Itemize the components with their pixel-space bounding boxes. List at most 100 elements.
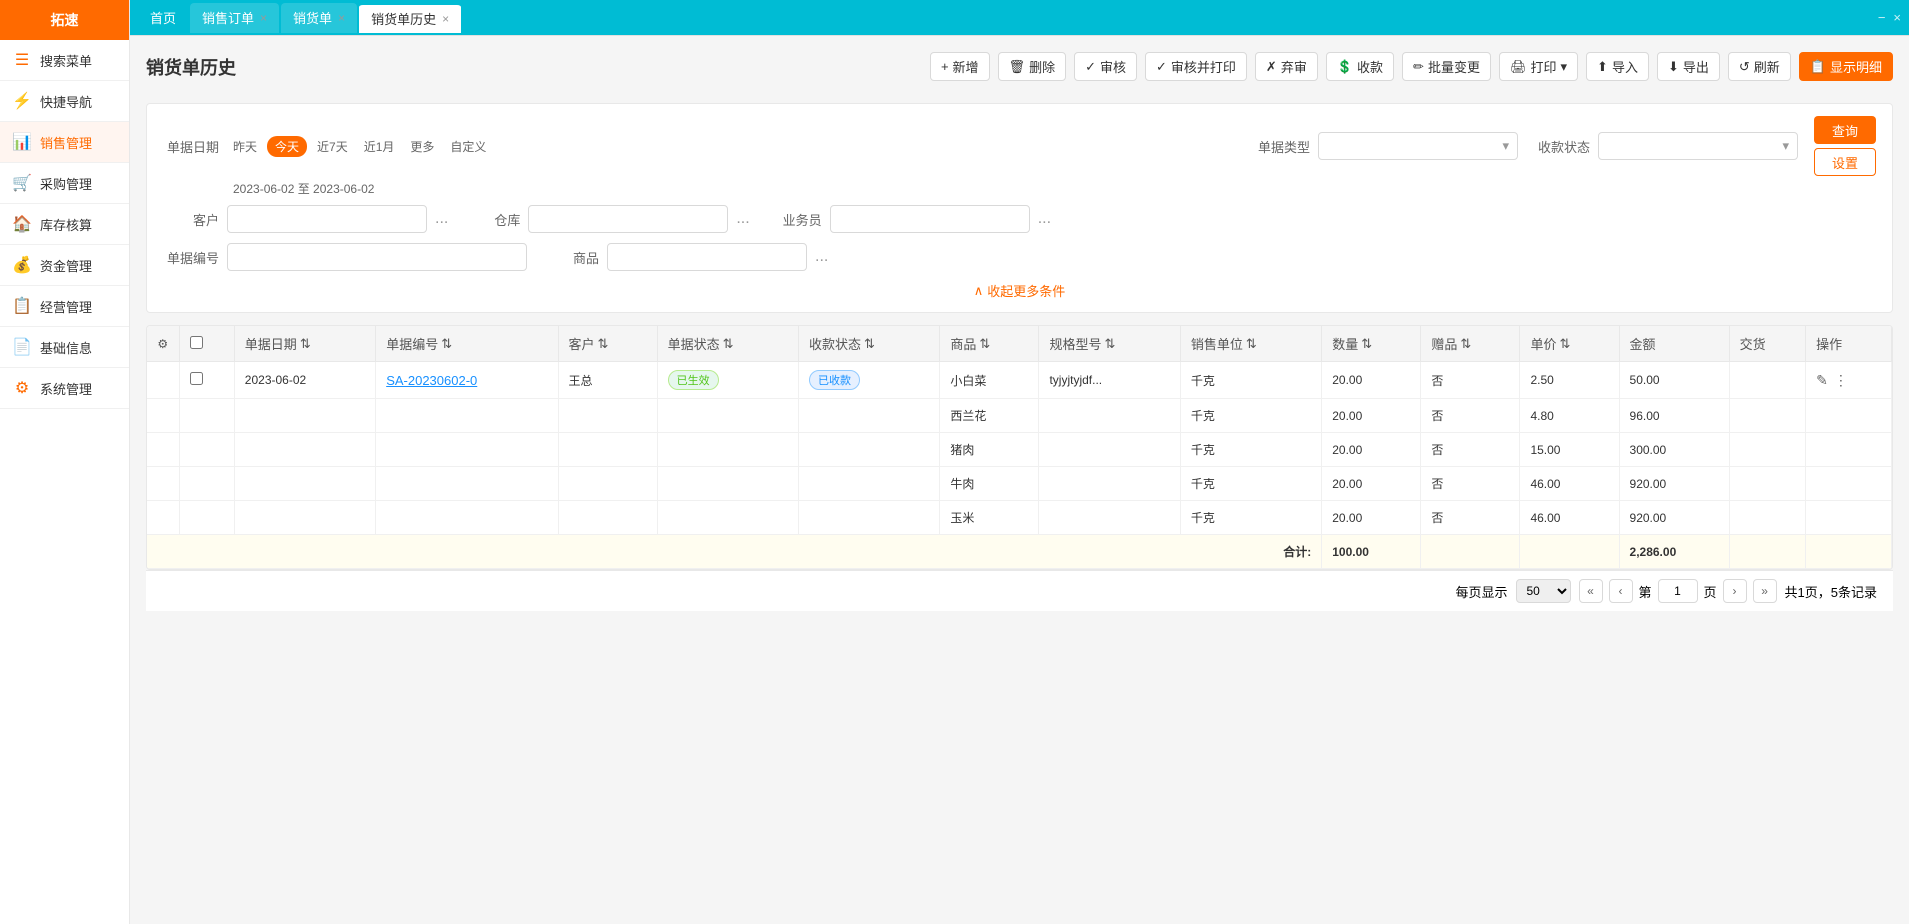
col-unit-price[interactable]: 单价⇅ <box>1520 326 1619 362</box>
close-sales-order-tab[interactable]: × <box>260 11 267 25</box>
row-doc-status <box>657 501 798 535</box>
row-select-checkbox[interactable] <box>190 372 203 385</box>
salesperson-picker-icon[interactable]: ... <box>1038 210 1051 228</box>
customer-input[interactable] <box>227 205 427 233</box>
settings-button[interactable]: 设置 <box>1814 148 1876 176</box>
col-customer[interactable]: 客户⇅ <box>558 326 657 362</box>
export-button[interactable]: ⬇ 导出 <box>1657 52 1720 81</box>
next-page-btn[interactable]: › <box>1723 579 1747 603</box>
doc-no-input[interactable] <box>227 243 527 271</box>
sidebar-item-label: 系统管理 <box>40 379 92 398</box>
prev-page-btn[interactable]: ‹ <box>1609 579 1633 603</box>
audit-button[interactable]: ✓ 审核 <box>1074 52 1137 81</box>
refresh-button[interactable]: ↺ 刷新 <box>1728 52 1791 81</box>
product-input[interactable] <box>607 243 807 271</box>
tab-home[interactable]: 首页 <box>138 3 188 33</box>
shortcut-custom[interactable]: 自定义 <box>444 136 492 157</box>
warehouse-picker-icon[interactable]: ... <box>736 210 749 228</box>
col-product[interactable]: 商品⇅ <box>940 326 1039 362</box>
per-page-select[interactable]: 50 100 200 <box>1516 579 1571 603</box>
sidebar-item-search-menu[interactable]: ☰ 搜索菜单 <box>0 40 129 81</box>
close-sales-delivery-tab[interactable]: × <box>338 11 345 25</box>
batch-change-icon: ✏ <box>1413 59 1424 75</box>
delete-button[interactable]: 🗑 删除 <box>998 52 1067 81</box>
product-picker-icon[interactable]: ... <box>815 248 828 266</box>
tab-sales-delivery[interactable]: 销货单 × <box>281 3 357 33</box>
close-sales-history-tab[interactable]: × <box>442 12 449 26</box>
type-label: 单据类型 <box>1254 137 1310 156</box>
doc-no-link[interactable]: SA-20230602-0 <box>386 373 477 388</box>
print-button[interactable]: 🖨 打印 ▾ <box>1499 52 1578 81</box>
sidebar-item-operations[interactable]: 📋 经营管理 <box>0 286 129 327</box>
sidebar-item-label: 经营管理 <box>40 297 92 316</box>
col-doc-no[interactable]: 单据编号⇅ <box>376 326 558 362</box>
type-field: 单据类型 ▾ <box>1254 132 1518 160</box>
col-spec[interactable]: 规格型号⇅ <box>1039 326 1180 362</box>
row-sales-unit: 千克 <box>1180 362 1321 399</box>
col-sales-unit[interactable]: 销售单位⇅ <box>1180 326 1321 362</box>
shortcut-1month[interactable]: 近1月 <box>358 136 401 157</box>
customer-picker-icon[interactable]: ... <box>435 210 448 228</box>
col-gift[interactable]: 赠品⇅ <box>1421 326 1520 362</box>
toggle-more-btn[interactable]: ∧ 收起更多条件 <box>163 281 1876 300</box>
row-transaction <box>1729 433 1805 467</box>
type-select[interactable]: ▾ <box>1318 132 1518 160</box>
page-input[interactable] <box>1658 579 1698 603</box>
query-button[interactable]: 查询 <box>1814 116 1876 144</box>
col-pay-status[interactable]: 收款状态⇅ <box>798 326 939 362</box>
print-dropdown-icon: ▾ <box>1561 59 1568 75</box>
window-close-icon[interactable]: × <box>1893 10 1901 25</box>
sidebar-item-basic-info[interactable]: 📄 基础信息 <box>0 327 129 368</box>
collect-button[interactable]: 💲 收款 <box>1326 52 1394 81</box>
row-date <box>234 467 375 501</box>
sidebar-item-sales-mgmt[interactable]: 📊 销售管理 <box>0 122 129 163</box>
basic-info-icon: 📄 <box>12 337 32 357</box>
new-button[interactable]: + 新增 <box>930 52 990 81</box>
sidebar-item-finance[interactable]: 💰 资金管理 <box>0 245 129 286</box>
row-gift: 否 <box>1421 362 1520 399</box>
audit-print-button[interactable]: ✓ 审核并打印 <box>1145 52 1247 81</box>
row-action <box>1806 501 1892 535</box>
last-page-btn[interactable]: » <box>1753 579 1777 603</box>
sidebar-item-inventory[interactable]: 🏠 库存核算 <box>0 204 129 245</box>
show-detail-button[interactable]: 📋 显示明细 <box>1799 52 1893 81</box>
sidebar-item-quick-nav[interactable]: ⚡ 快捷导航 <box>0 81 129 122</box>
row-transaction <box>1729 399 1805 433</box>
more-action-icon[interactable]: ⋮ <box>1834 372 1848 389</box>
toolbar: + 新增 🗑 删除 ✓ 审核 ✓ 审核并打印 ✗ 弃审 <box>930 52 1893 81</box>
table-row: 玉米 千克 20.00 否 46.00 920.00 <box>147 501 1892 535</box>
table-row: 猪肉 千克 20.00 否 15.00 300.00 <box>147 433 1892 467</box>
type-dropdown-icon: ▾ <box>1502 138 1509 154</box>
shortcut-more[interactable]: 更多 <box>404 136 440 157</box>
import-button[interactable]: ⬆ 导入 <box>1586 52 1649 81</box>
row-doc-status: 已生效 <box>657 362 798 399</box>
salesperson-input[interactable] <box>830 205 1030 233</box>
payment-status-select[interactable]: ▾ <box>1598 132 1798 160</box>
window-minimize-icon[interactable]: − <box>1878 10 1886 25</box>
sidebar-item-system-mgmt[interactable]: ⚙ 系统管理 <box>0 368 129 409</box>
row-gift: 否 <box>1421 433 1520 467</box>
row-gift: 否 <box>1421 399 1520 433</box>
select-all-checkbox[interactable] <box>190 336 203 349</box>
shortcut-today[interactable]: 今天 <box>267 136 307 157</box>
tab-sales-history[interactable]: 销货单历史 × <box>359 3 461 33</box>
col-amount: 金额 <box>1619 326 1729 362</box>
date-label: 单据日期 <box>163 137 219 156</box>
first-page-btn[interactable]: « <box>1579 579 1603 603</box>
edit-action-icon[interactable]: ✎ <box>1816 372 1828 389</box>
col-qty[interactable]: 数量⇅ <box>1322 326 1421 362</box>
row-amount: 96.00 <box>1619 399 1729 433</box>
warehouse-input[interactable] <box>528 205 728 233</box>
tab-sales-order[interactable]: 销售订单 × <box>190 3 279 33</box>
sidebar-item-purchase-mgmt[interactable]: 🛒 采购管理 <box>0 163 129 204</box>
col-settings[interactable]: ⚙ <box>147 326 179 362</box>
col-doc-status[interactable]: 单据状态⇅ <box>657 326 798 362</box>
batch-change-button[interactable]: ✏ 批量变更 <box>1402 52 1491 81</box>
col-date[interactable]: 单据日期⇅ <box>234 326 375 362</box>
row-customer <box>558 433 657 467</box>
row-qty: 20.00 <box>1322 501 1421 535</box>
abandon-button[interactable]: ✗ 弃审 <box>1255 52 1318 81</box>
date-shortcuts: 昨天 今天 近7天 近1月 更多 自定义 <box>227 136 492 157</box>
shortcut-7days[interactable]: 近7天 <box>311 136 354 157</box>
shortcut-yesterday[interactable]: 昨天 <box>227 136 263 157</box>
